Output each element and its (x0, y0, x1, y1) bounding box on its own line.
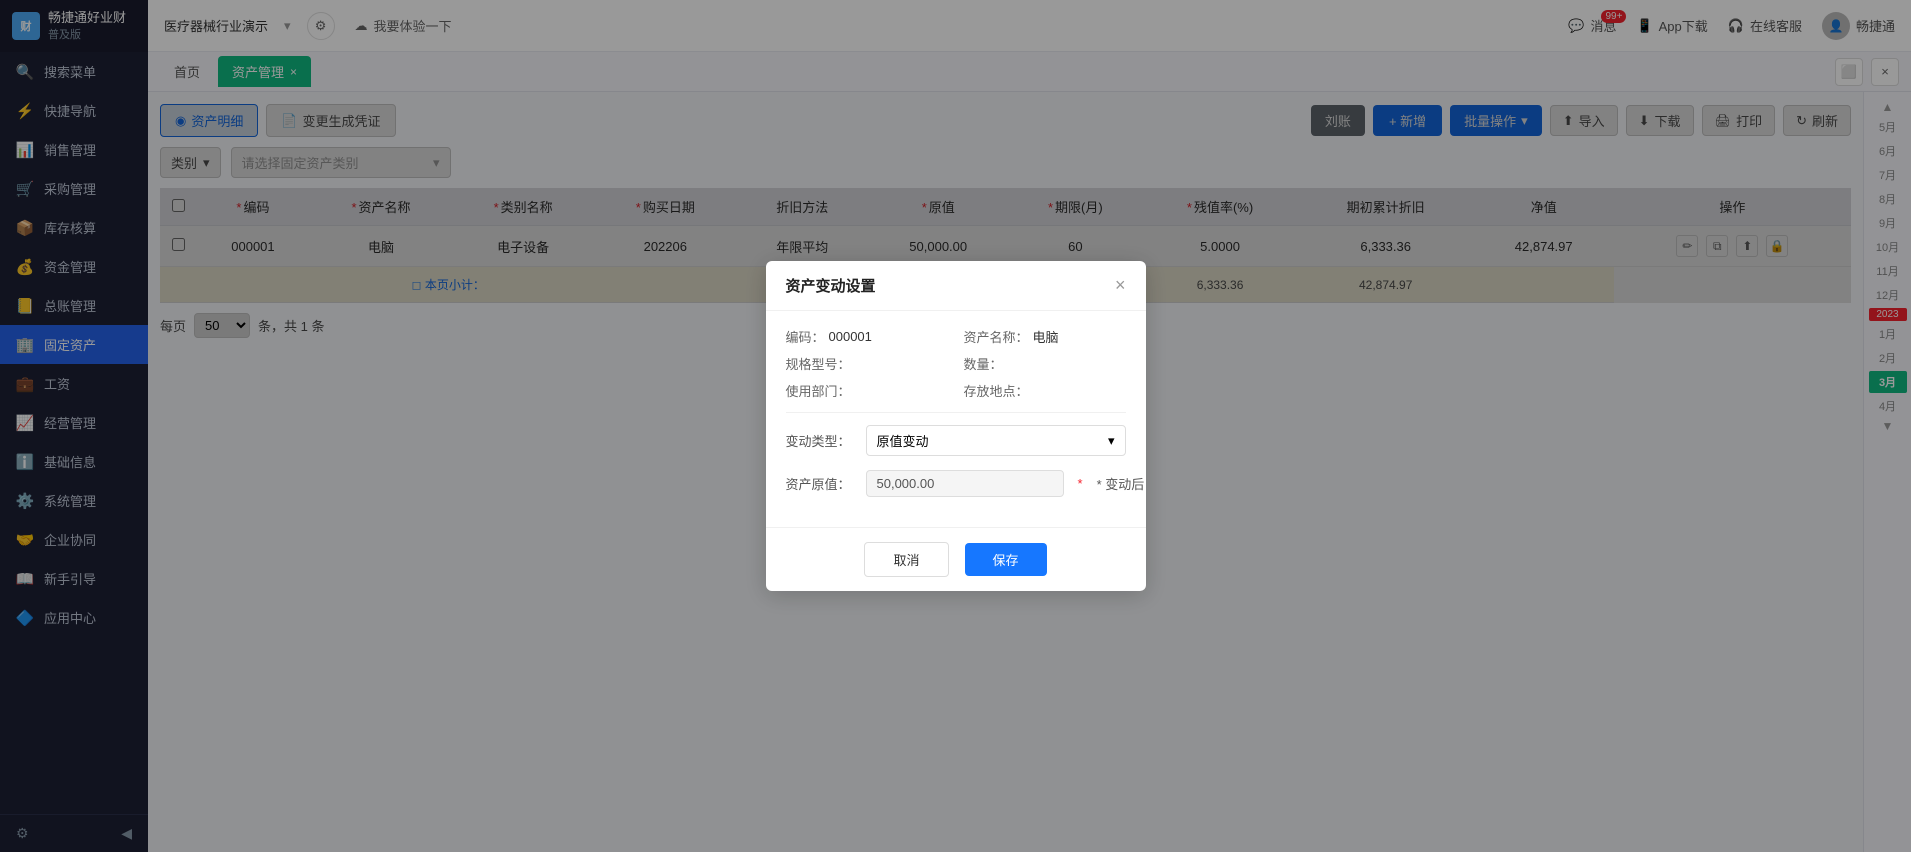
asset-change-modal: 资产变动设置 × 编码： 000001 资产名称： 电脑 规格型号： 数量： (766, 261, 1146, 591)
info-quantity: 数量： (964, 354, 1126, 373)
location-label: 存放地点： (964, 381, 1029, 400)
modal-info-grid: 编码： 000001 资产名称： 电脑 规格型号： 数量： 使用部门： (786, 327, 1126, 400)
original-value-label: 资产原值： (786, 474, 856, 493)
change-type-row: 变动类型： 原值变动 ▾ (786, 425, 1126, 456)
code-value: 000001 (829, 329, 872, 344)
modal-body: 编码： 000001 资产名称： 电脑 规格型号： 数量： 使用部门： (766, 311, 1146, 527)
modal-close-button[interactable]: × (1115, 275, 1126, 296)
change-type-label: 变动类型： (786, 431, 856, 450)
asset-name-label: 资产名称： (964, 327, 1029, 346)
code-label: 编码： (786, 327, 825, 346)
quantity-label: 数量： (964, 354, 1003, 373)
info-department: 使用部门： (786, 381, 948, 400)
info-asset-name: 资产名称： 电脑 (964, 327, 1126, 346)
modal-title: 资产变动设置 (786, 275, 876, 296)
change-type-select[interactable]: 原值变动 ▾ (866, 425, 1126, 456)
modal-divider (786, 412, 1126, 413)
info-code: 编码： 000001 (786, 327, 948, 346)
cancel-button[interactable]: 取消 (864, 542, 948, 577)
info-location: 存放地点： (964, 381, 1126, 400)
save-button[interactable]: 保存 (965, 543, 1047, 576)
change-type-dropdown-icon: ▾ (1108, 433, 1115, 449)
department-label: 使用部门： (786, 381, 851, 400)
modal-overlay: 资产变动设置 × 编码： 000001 资产名称： 电脑 规格型号： 数量： (0, 0, 1911, 852)
original-value-input[interactable] (866, 470, 1064, 497)
modal-header: 资产变动设置 × (766, 261, 1146, 311)
required-star: * (1078, 476, 1083, 491)
original-value-row: 资产原值： * * 变动后： (786, 470, 1126, 497)
asset-name-value: 电脑 (1033, 327, 1059, 346)
info-spec: 规格型号： (786, 354, 948, 373)
spec-label: 规格型号： (786, 354, 851, 373)
after-change-label: * 变动后： (1097, 474, 1146, 493)
change-type-value: 原值变动 (877, 431, 929, 450)
modal-footer: 取消 保存 (766, 527, 1146, 591)
